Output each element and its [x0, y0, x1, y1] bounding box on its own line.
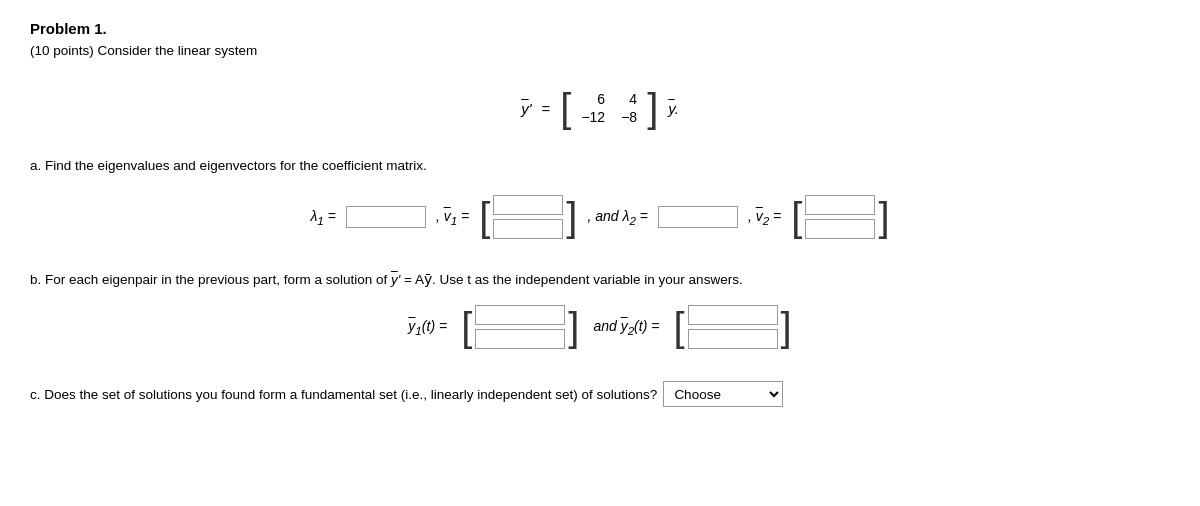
part-b-row: y1(t) = [ ] and y2(t) = [ ]: [30, 303, 1170, 351]
matrix-cell-00: 6: [581, 91, 605, 107]
y1-input-bottom[interactable]: [475, 329, 565, 349]
part-b-label: b. For each eigenpair in the previous pa…: [30, 271, 1170, 287]
and-y2-label: and y2(t) =: [593, 318, 659, 337]
vec1-bracket-right: ]: [566, 197, 577, 237]
vec1-label: , v1 =: [436, 208, 469, 227]
matrix-values: 6 4 −12 −8: [577, 89, 641, 127]
matrix-cell-01: 4: [617, 91, 637, 107]
and-lambda2-label: , and λ2 =: [587, 208, 647, 227]
yvec: y.: [668, 100, 679, 117]
vec2-bracket: [ ]: [791, 193, 889, 241]
bracket-right-matrix: ]: [647, 88, 658, 128]
part-a-row: λ1 = , v1 = [ ] , and λ2 = , v2 = [ ]: [30, 193, 1170, 241]
part-c-dropdown[interactable]: Choose Yes No: [663, 381, 783, 407]
y1-inputs: [472, 303, 568, 351]
y2-input-bottom[interactable]: [688, 329, 778, 349]
lambda1-input[interactable]: [346, 206, 426, 228]
equals-sign: =: [542, 100, 551, 117]
matrix-cell-11: −8: [617, 109, 637, 125]
y2-bracket-left: [: [673, 307, 684, 347]
vec1-input-top[interactable]: [493, 195, 563, 215]
bracket-left-matrix: [: [560, 88, 571, 128]
matrix-cell-10: −12: [581, 109, 605, 125]
vec1-bracket: [ ]: [479, 193, 577, 241]
y2-input-top[interactable]: [688, 305, 778, 325]
vec2-bracket-right: ]: [878, 197, 889, 237]
y1-bracket: [ ]: [461, 303, 579, 351]
vec2-input-bottom[interactable]: [805, 219, 875, 239]
y1-input-top[interactable]: [475, 305, 565, 325]
problem-description: (10 points) Consider the linear system: [30, 43, 1170, 58]
vec1-input-bottom[interactable]: [493, 219, 563, 239]
y2-bracket: [ ]: [673, 303, 791, 351]
part-c-row: c. Does the set of solutions you found f…: [30, 381, 1170, 407]
vec2-inputs: [802, 193, 878, 241]
yvec-prime: y': [521, 100, 531, 117]
part-c-label: c. Does the set of solutions you found f…: [30, 387, 657, 402]
lambda1-label: λ1 =: [310, 208, 335, 227]
y1-bracket-right: ]: [568, 307, 579, 347]
matrix-equation: y' = [ 6 4 −12 −8 ] y.: [30, 88, 1170, 128]
vec1-bracket-left: [: [479, 197, 490, 237]
vec1-inputs: [490, 193, 566, 241]
vec2-input-top[interactable]: [805, 195, 875, 215]
vec2-bracket-left: [: [791, 197, 802, 237]
part-a-label: a. Find the eigenvalues and eigenvectors…: [30, 158, 1170, 173]
y2-inputs: [685, 303, 781, 351]
lambda2-input[interactable]: [658, 206, 738, 228]
y1-label: y1(t) =: [408, 318, 447, 337]
problem-title: Problem 1.: [30, 20, 1170, 37]
y2-bracket-right: ]: [781, 307, 792, 347]
y1-bracket-left: [: [461, 307, 472, 347]
vec2-label: , v2 =: [748, 208, 781, 227]
